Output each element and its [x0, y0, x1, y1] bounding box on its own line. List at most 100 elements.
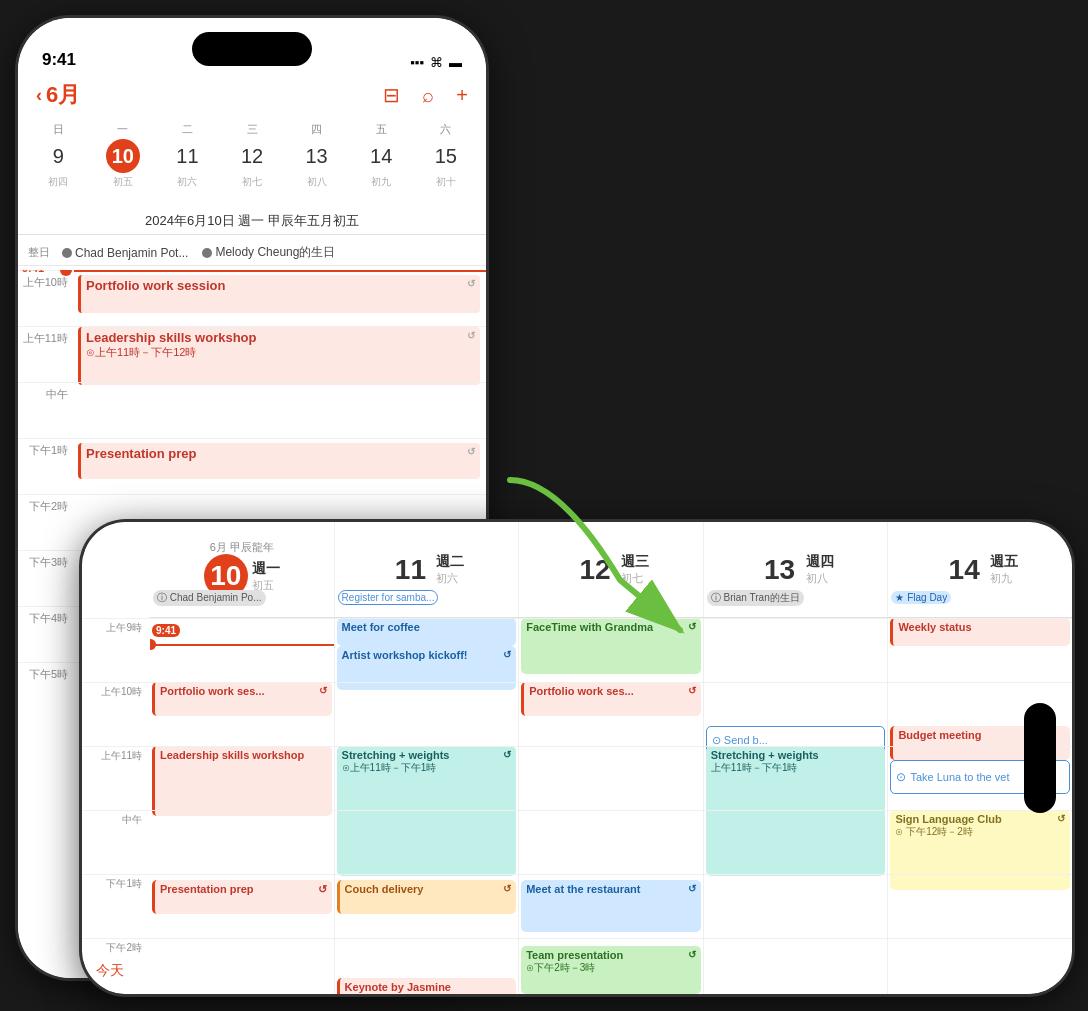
- week-day-thu[interactable]: 四 13 初八: [284, 122, 349, 189]
- ev-sub-team: ⊙下午2時－3時: [526, 961, 696, 975]
- ev-weekly-fri[interactable]: Weekly status: [890, 618, 1070, 646]
- today-button-2[interactable]: 今天: [96, 962, 124, 980]
- ev-keynote-tue[interactable]: Keynote by Jasmine: [337, 978, 517, 994]
- ev-team-wed[interactable]: Team presentation ↺ ⊙下午2時－3時: [521, 946, 701, 994]
- time-lbl-1pm: 下午1時: [82, 874, 150, 938]
- ev-title-coffee: Meet for coffee: [342, 621, 420, 633]
- allday-register[interactable]: Register for samba...: [338, 590, 439, 605]
- event-leadership-1[interactable]: Leadership skills workshop ⊙上午11時－下午12時 …: [78, 327, 480, 385]
- time-lbl-9am: 上午9時: [82, 618, 150, 682]
- week-day-mon[interactable]: 一 10 初五: [91, 122, 156, 189]
- view-toggle-icon[interactable]: ⊟: [383, 83, 400, 107]
- event-portfolio-1[interactable]: Portfolio work session ↺: [78, 275, 480, 313]
- grid-line-wed-2: [519, 746, 703, 747]
- ev-sync-portfolio-wed: ↺: [688, 685, 696, 696]
- allday-dot-2: [202, 248, 212, 258]
- add-event-icon[interactable]: +: [456, 84, 468, 107]
- ev-sync-presentation-mon: ↺: [318, 883, 327, 896]
- tl-1pm: 下午1時: [106, 877, 142, 891]
- ev-dot-luna: ⊙: [896, 770, 906, 784]
- time-lbl-noon: 中午: [82, 810, 150, 874]
- week-day-wed[interactable]: 三 12 初七: [220, 122, 285, 189]
- event-col-tue: Meet for coffee Artist workshop kickoff!…: [334, 618, 519, 994]
- ev-sync-portfolio-mon: ↺: [319, 685, 327, 696]
- search-icon-1[interactable]: ⌕: [422, 84, 434, 107]
- grid-line-tue-5: [335, 938, 519, 939]
- grid-line-wed-5: [519, 938, 703, 939]
- time-lbl-10am: 上午10時: [82, 682, 150, 746]
- now-dot-2: [150, 639, 156, 650]
- grid-line-thu-2: [704, 746, 888, 747]
- ev-title-budget: Budget meeting: [898, 729, 981, 741]
- ev-title-couch: Couch delivery: [345, 883, 424, 895]
- week-day-fri[interactable]: 五 14 初九: [349, 122, 414, 189]
- ev-title-restaurant: Meet at the restaurant: [526, 883, 640, 895]
- ev-stretching-tue[interactable]: Stretching + weights ↺ ⊙上午11時－下午1時: [337, 746, 517, 876]
- week-day-tue[interactable]: 二 11 初六: [155, 122, 220, 189]
- grid-line-tue-4: [335, 874, 519, 875]
- allday-event-melody[interactable]: Melody Cheung的生日: [202, 244, 335, 261]
- grid-line-thu-3: [704, 810, 888, 811]
- nav-icons-1: ⊟ ⌕ +: [383, 83, 468, 107]
- event-col-mon: 9:41 Portfolio work ses... ↺ Leadership …: [150, 618, 334, 994]
- time-content-1pm: Presentation prep ↺: [74, 439, 486, 494]
- allday-col-mon: ⓘ Chad Benjamin Po...: [150, 578, 334, 617]
- ev-portfolio-wed[interactable]: Portfolio work ses... ↺: [521, 682, 701, 716]
- week-strip-1: 日 9 初四 一 10 初五 二 11 初六 三 12 初七 四 13: [18, 122, 486, 189]
- calendar-header-1: ‹ 6月 ⊟ ⌕ +: [18, 76, 486, 116]
- signal-icon: ▪▪▪: [410, 55, 424, 70]
- status-icons-1: ▪▪▪ ⌘ ▬: [410, 55, 462, 70]
- ev-title-luna: Take Luna to the vet: [910, 771, 1009, 783]
- ev-sync-team: ↺: [688, 949, 696, 960]
- grid-line-fri-4: [888, 874, 1072, 875]
- tl-noon: 中午: [122, 813, 142, 827]
- events-area-2: 9:41 Portfolio work ses... ↺ Leadership …: [150, 618, 1072, 994]
- ev-couch-tue[interactable]: Couch delivery ↺: [337, 880, 517, 914]
- event-title-presentation-1: Presentation prep: [86, 446, 197, 461]
- time-label-3pm: 下午3時: [18, 551, 74, 606]
- event-presentation-1[interactable]: Presentation prep ↺: [78, 443, 480, 479]
- now-time-1: 9:41: [22, 270, 44, 274]
- time-content-11am: Leadership skills workshop ⊙上午11時－下午12時 …: [74, 327, 486, 382]
- allday-event-chad[interactable]: Chad Benjamin Pot...: [62, 246, 188, 260]
- ev-sync-signlang: ↺: [1057, 813, 1065, 824]
- tl-2pm: 下午2時: [106, 941, 142, 955]
- ev-signlang-fri[interactable]: Sign Language Club ↺ ⊙ 下午12時－2時: [890, 810, 1070, 890]
- ev-portfolio-mon[interactable]: Portfolio work ses... ↺: [152, 682, 332, 716]
- ev-restaurant-wed[interactable]: Meet at the restaurant ↺: [521, 880, 701, 932]
- month-title-1[interactable]: ‹ 6月: [36, 80, 80, 110]
- grid-line-5: [150, 938, 334, 939]
- tl-11am: 上午11時: [101, 749, 142, 763]
- now-line-2: [150, 644, 334, 646]
- grid-line-2: [150, 746, 334, 747]
- time-row-10am: 上午10時 Portfolio work session ↺: [18, 270, 486, 326]
- green-arrow: [480, 460, 740, 660]
- grid-line-tue-1: [335, 682, 519, 683]
- grid-line-thu-1: [704, 682, 888, 683]
- grid-line-4: [150, 874, 334, 875]
- sync-icon-portfolio-1: ↺: [467, 278, 475, 289]
- ev-title-send: ⊙ Send b...: [712, 734, 768, 747]
- ev-stretching-thu[interactable]: Stretching + weights 上午11時－下午1時: [706, 746, 886, 876]
- tl-10am: 上午10時: [101, 685, 142, 699]
- sync-icon-leadership-1: ↺: [467, 330, 475, 341]
- ev-title-stretching-tue: Stretching + weights: [342, 749, 450, 761]
- week-day-sat[interactable]: 六 15 初十: [413, 122, 478, 189]
- allday-chad[interactable]: ⓘ Chad Benjamin Po...: [153, 590, 266, 606]
- allday-dot-1: [62, 248, 72, 258]
- month-label-1: 6月: [46, 80, 80, 110]
- battery-icon: ▬: [449, 55, 462, 70]
- allday-flagday[interactable]: ★ Flag Day: [891, 591, 951, 604]
- ev-presentation-mon[interactable]: Presentation prep ↺: [152, 880, 332, 914]
- time-row-noon: 中午: [18, 382, 486, 438]
- grid-line-wed-4: [519, 874, 703, 875]
- back-icon-1[interactable]: ‹: [36, 85, 42, 106]
- ev-sub-stretching-tue: ⊙上午11時－下午1時: [342, 761, 512, 775]
- date-title-1: 2024年6月10日 週一 甲辰年五月初五: [18, 206, 486, 235]
- ev-leadership-mon[interactable]: Leadership skills workshop: [152, 746, 332, 816]
- time-label-4pm: 下午4時: [18, 607, 74, 662]
- week-day-sun[interactable]: 日 9 初四: [26, 122, 91, 189]
- dynamic-island-2: [1024, 703, 1056, 813]
- col-dayname-thu: 週四: [806, 553, 834, 571]
- col-dayname-fri: 週五: [990, 553, 1018, 571]
